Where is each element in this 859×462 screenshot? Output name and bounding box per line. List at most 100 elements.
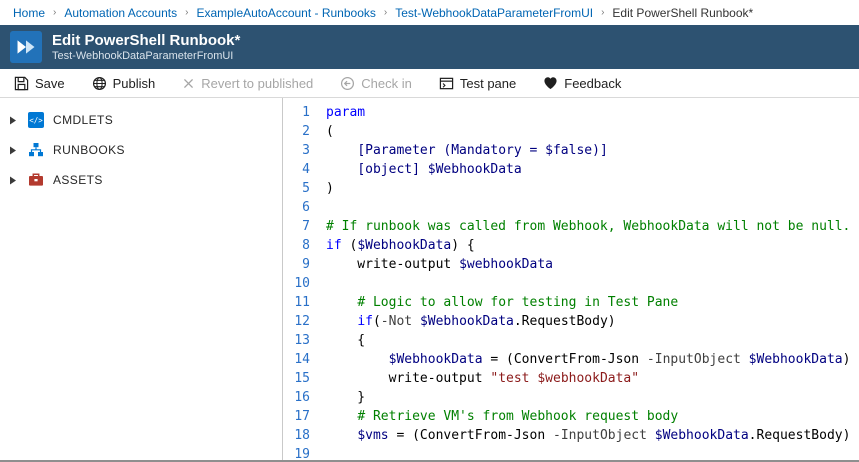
breadcrumb: Home › Automation Accounts › ExampleAutoAcco… xyxy=(0,0,859,25)
publish-icon xyxy=(92,76,107,91)
code-editor[interactable]: 1param2(3 [Parameter (Mandatory = $false… xyxy=(283,98,859,460)
feedback-icon xyxy=(543,76,558,90)
code-line-5: 5) xyxy=(283,179,859,198)
line-number: 1 xyxy=(283,103,319,122)
code-line-3: 3 [Parameter (Mandatory = $false)] xyxy=(283,141,859,160)
line-number: 7 xyxy=(283,217,319,236)
line-number: 4 xyxy=(283,160,319,179)
publish-button[interactable]: Publish xyxy=(92,76,156,91)
code-text: [Parameter (Mandatory = $false)] xyxy=(319,141,608,160)
check-in-icon xyxy=(340,76,355,91)
breadcrumb-current: Edit PowerShell Runbook* xyxy=(612,6,753,20)
line-number: 5 xyxy=(283,179,319,198)
code-line-8: 8if ($WebhookData) { xyxy=(283,236,859,255)
code-line-7: 7# If runbook was called from Webhook, W… xyxy=(283,217,859,236)
line-number: 10 xyxy=(283,274,319,293)
runbook-name-subtitle: Test-WebhookDataParameterFromUI xyxy=(52,50,240,63)
breadcrumb-link[interactable]: Home xyxy=(13,6,45,20)
code-line-11: 11 # Logic to allow for testing in Test … xyxy=(283,293,859,312)
library-sidebar: </> CMDLETS RUNBOOKS ASSETS xyxy=(0,98,283,460)
line-number: 12 xyxy=(283,312,319,331)
line-number: 6 xyxy=(283,198,319,217)
test-pane-button[interactable]: Test pane xyxy=(439,76,516,91)
code-line-4: 4 [object] $WebhookData xyxy=(283,160,859,179)
code-text xyxy=(319,198,326,217)
code-text: ) xyxy=(319,179,334,198)
code-line-18: 18 $vms = (ConvertFrom-Json -InputObject… xyxy=(283,426,859,445)
sidebar-item-label: RUNBOOKS xyxy=(53,143,125,157)
code-line-15: 15 write-output "test $webhookData" xyxy=(283,369,859,388)
line-number: 8 xyxy=(283,236,319,255)
breadcrumb-link[interactable]: ExampleAutoAccount - Runbooks xyxy=(196,6,375,20)
line-number: 18 xyxy=(283,426,319,445)
line-number: 14 xyxy=(283,350,319,369)
code-line-19: 19 xyxy=(283,445,859,460)
page-title: Edit PowerShell Runbook* xyxy=(52,32,240,50)
code-line-6: 6 xyxy=(283,198,859,217)
code-line-1: 1param xyxy=(283,103,859,122)
code-line-2: 2( xyxy=(283,122,859,141)
toolbar-item-label: Revert to published xyxy=(201,76,313,91)
cmdlets-icon: </> xyxy=(28,112,44,128)
sidebar-item-label: ASSETS xyxy=(53,173,103,187)
code-lines: 1param2(3 [Parameter (Mandatory = $false… xyxy=(283,103,859,460)
line-number: 9 xyxy=(283,255,319,274)
sidebar-item-assets[interactable]: ASSETS xyxy=(0,165,282,195)
breadcrumb-separator: › xyxy=(53,7,56,18)
line-number: 16 xyxy=(283,388,319,407)
code-text xyxy=(319,274,326,293)
assets-icon xyxy=(28,172,44,188)
revert-to-published-button: Revert to published xyxy=(182,76,313,91)
check-in-button: Check in xyxy=(340,76,412,91)
line-number: 17 xyxy=(283,407,319,426)
code-text xyxy=(319,445,326,460)
toolbar-item-label: Feedback xyxy=(564,76,621,91)
svg-text:</>: </> xyxy=(29,116,43,125)
line-number: 3 xyxy=(283,141,319,160)
save-icon xyxy=(14,76,29,91)
chevron-right-icon xyxy=(9,176,19,185)
sidebar-item-label: CMDLETS xyxy=(53,113,113,127)
header-text: Edit PowerShell Runbook* Test-WebhookDat… xyxy=(52,32,240,63)
toolbar-item-label: Test pane xyxy=(460,76,516,91)
breadcrumb-separator: › xyxy=(601,7,604,18)
code-line-10: 10 xyxy=(283,274,859,293)
code-text: { xyxy=(319,331,365,350)
line-number: 15 xyxy=(283,369,319,388)
code-line-16: 16 } xyxy=(283,388,859,407)
automation-runbook-icon xyxy=(10,31,42,63)
save-button[interactable]: Save xyxy=(14,76,65,91)
breadcrumb-link[interactable]: Test-WebhookDataParameterFromUI xyxy=(395,6,593,20)
line-number: 13 xyxy=(283,331,319,350)
code-text: ( xyxy=(319,122,334,141)
code-text: if ($WebhookData) { xyxy=(319,236,475,255)
sidebar-item-cmdlets[interactable]: </> CMDLETS xyxy=(0,105,282,135)
toolbar-item-label: Check in xyxy=(361,76,412,91)
code-text: # Retrieve VM's from Webhook request bod… xyxy=(319,407,678,426)
line-number: 19 xyxy=(283,445,319,460)
code-line-13: 13 { xyxy=(283,331,859,350)
code-text: # If runbook was called from Webhook, We… xyxy=(319,217,850,236)
revert-icon xyxy=(182,77,195,90)
sidebar-item-runbooks[interactable]: RUNBOOKS xyxy=(0,135,282,165)
code-text: $WebhookData = (ConvertFrom-Json -InputO… xyxy=(319,350,850,369)
line-number: 2 xyxy=(283,122,319,141)
chevron-right-icon xyxy=(9,116,19,125)
feedback-button[interactable]: Feedback xyxy=(543,76,621,91)
code-line-9: 9 write-output $webhookData xyxy=(283,255,859,274)
toolbar-item-label: Save xyxy=(35,76,65,91)
code-text: write-output $webhookData xyxy=(319,255,553,274)
content-area: </> CMDLETS RUNBOOKS ASSETS 1param2(3 [Para… xyxy=(0,98,859,462)
chevron-right-icon xyxy=(9,146,19,155)
toolbar-item-label: Publish xyxy=(113,76,156,91)
edit-runbook-window: Home › Automation Accounts › ExampleAutoAcco… xyxy=(0,0,859,462)
code-line-12: 12 if(-Not $WebhookData.RequestBody) xyxy=(283,312,859,331)
breadcrumb-link[interactable]: Automation Accounts xyxy=(64,6,177,20)
test-pane-icon xyxy=(439,76,454,91)
code-text: } xyxy=(319,388,365,407)
code-text: param xyxy=(319,103,365,122)
code-line-17: 17 # Retrieve VM's from Webhook request … xyxy=(283,407,859,426)
page-header: Edit PowerShell Runbook* Test-WebhookDat… xyxy=(0,25,859,69)
code-text: [object] $WebhookData xyxy=(319,160,522,179)
code-text: # Logic to allow for testing in Test Pan… xyxy=(319,293,678,312)
